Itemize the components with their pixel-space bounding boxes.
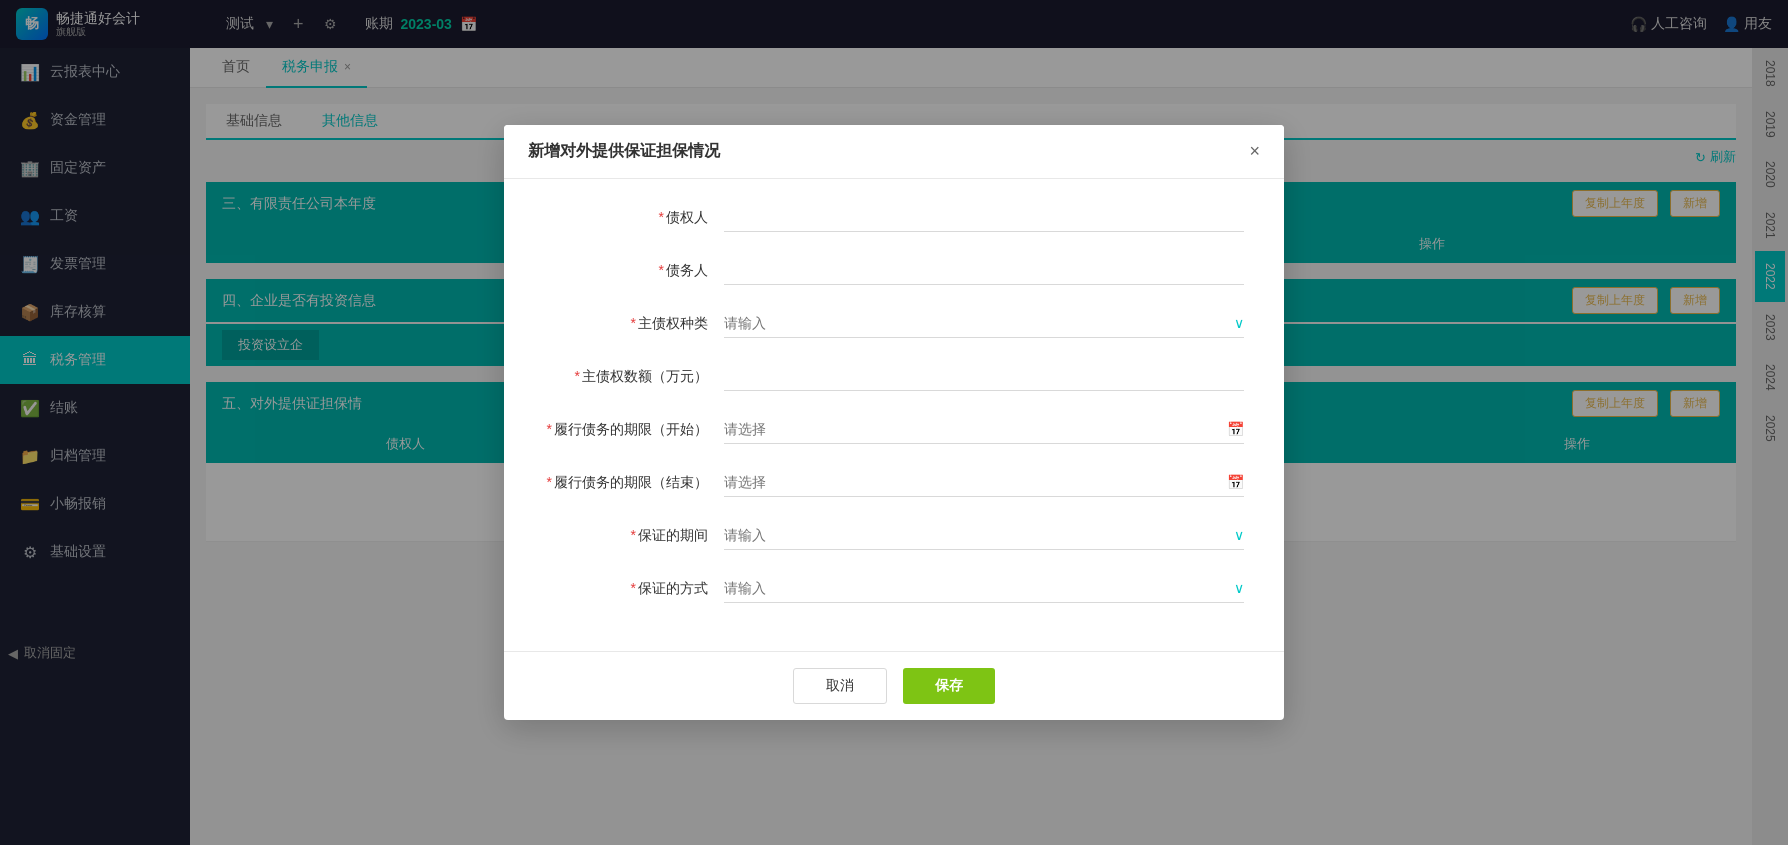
creditor-input[interactable] [724, 203, 1244, 232]
period-start-label: *履行债务的期限（开始） [544, 421, 724, 439]
modal-close-btn[interactable]: × [1249, 141, 1260, 162]
claim-amount-input[interactable] [724, 362, 1244, 391]
guarantee-period-input[interactable] [724, 521, 1234, 549]
form-row-debtor: *债务人 [544, 256, 1244, 285]
claim-amount-label: *主债权数额（万元） [544, 368, 724, 386]
period-end-calendar-icon[interactable]: 📅 [1227, 474, 1244, 490]
period-end-label: *履行债务的期限（结束） [544, 474, 724, 492]
guarantee-method-dropdown-icon[interactable]: ∨ [1234, 580, 1244, 596]
save-button[interactable]: 保存 [903, 668, 995, 704]
guarantee-period-dropdown-icon[interactable]: ∨ [1234, 527, 1244, 543]
form-row-guarantee-period: *保证的期间 ∨ [544, 521, 1244, 550]
claim-type-input[interactable] [724, 309, 1234, 337]
claim-type-select-wrap: ∨ [724, 309, 1244, 338]
cancel-button[interactable]: 取消 [793, 668, 887, 704]
form-row-period-end: *履行债务的期限（结束） 📅 [544, 468, 1244, 497]
modal-footer: 取消 保存 [504, 651, 1284, 720]
form-row-creditor: *债权人 [544, 203, 1244, 232]
modal-title: 新增对外提供保证担保情况 [528, 141, 720, 162]
form-row-claim-amount: *主债权数额（万元） [544, 362, 1244, 391]
period-start-input[interactable] [724, 415, 1227, 443]
claim-type-label: *主债权种类 [544, 315, 724, 333]
modal: 新增对外提供保证担保情况 × *债权人 *债务人 *主债权种类 [504, 125, 1284, 720]
guarantee-period-label: *保证的期间 [544, 527, 724, 545]
modal-header: 新增对外提供保证担保情况 × [504, 125, 1284, 179]
guarantee-method-label: *保证的方式 [544, 580, 724, 598]
period-start-calendar-icon[interactable]: 📅 [1227, 421, 1244, 437]
period-end-date-wrap: 📅 [724, 468, 1244, 497]
debtor-label: *债务人 [544, 262, 724, 280]
period-start-date-wrap: 📅 [724, 415, 1244, 444]
claim-type-dropdown-icon[interactable]: ∨ [1234, 315, 1244, 331]
form-row-claim-type: *主债权种类 ∨ [544, 309, 1244, 338]
modal-overlay: 新增对外提供保证担保情况 × *债权人 *债务人 *主债权种类 [0, 0, 1788, 845]
period-end-input[interactable] [724, 468, 1227, 496]
guarantee-method-input[interactable] [724, 574, 1234, 602]
guarantee-method-select-wrap: ∨ [724, 574, 1244, 603]
form-row-guarantee-method: *保证的方式 ∨ [544, 574, 1244, 603]
form-row-period-start: *履行债务的期限（开始） 📅 [544, 415, 1244, 444]
creditor-label: *债权人 [544, 209, 724, 227]
guarantee-period-select-wrap: ∨ [724, 521, 1244, 550]
debtor-input[interactable] [724, 256, 1244, 285]
modal-body: *债权人 *债务人 *主债权种类 ∨ [504, 179, 1284, 651]
